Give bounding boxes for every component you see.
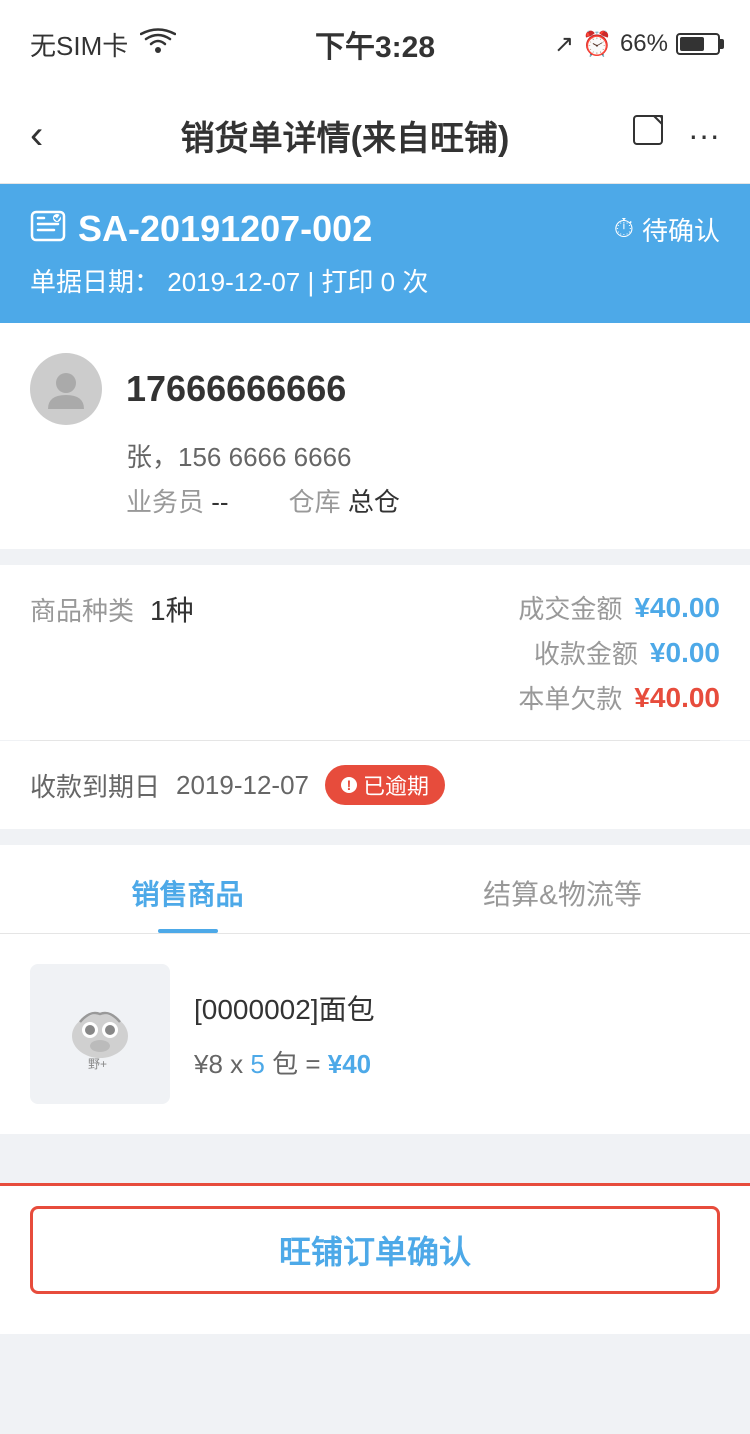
order-number: SA-20191207-002 xyxy=(78,208,372,250)
product-unit: 包 xyxy=(272,1049,298,1079)
overdue-text: 已逾期 xyxy=(363,769,429,801)
due-date-card: 收款到期日 2019-12-07 ! 已逾期 xyxy=(0,741,750,829)
share-button[interactable] xyxy=(632,114,668,157)
product-price-0: ¥8 x 5 包 = ¥40 xyxy=(194,1044,720,1081)
print-info: | 打印 0 次 xyxy=(307,267,428,297)
category-value: 1种 xyxy=(150,589,194,629)
status-clock-icon: ⏱ xyxy=(614,213,634,245)
summary-card: 商品种类 1种 成交金额 ¥40.00 收款金额 ¥0.00 本单欠款 ¥40.… xyxy=(0,565,750,740)
product-multiply: x xyxy=(230,1049,250,1079)
warehouse-label: 仓库 xyxy=(289,487,341,517)
tab-settlement[interactable]: 结算&物流等 xyxy=(375,845,750,933)
order-date: 2019-12-07 xyxy=(167,267,300,297)
customer-row: 17666666666 xyxy=(30,353,720,425)
divider-1 xyxy=(0,549,750,565)
status-left: 无SIM卡 xyxy=(30,26,176,63)
svg-text:野+: 野+ xyxy=(88,1057,107,1071)
salesperson-value: -- xyxy=(211,487,228,517)
product-list: 野+ [0000002]面包 ¥8 x 5 包 = ¥40 xyxy=(0,934,750,1134)
divider-2 xyxy=(0,829,750,845)
product-total: ¥40 xyxy=(328,1049,371,1079)
amount-value-2: ¥40.00 xyxy=(634,682,720,714)
product-name-0: [0000002]面包 xyxy=(194,988,720,1028)
warehouse-item: 仓库 总仓 xyxy=(289,482,400,519)
order-date-row: 单据日期： 2019-12-07 | 打印 0 次 xyxy=(30,262,720,299)
product-qty: 5 xyxy=(250,1049,264,1079)
summary-row: 商品种类 1种 成交金额 ¥40.00 收款金额 ¥0.00 本单欠款 ¥40.… xyxy=(30,589,720,716)
bottom-area: 旺铺订单确认 xyxy=(0,1183,750,1334)
confirm-button[interactable]: 旺铺订单确认 xyxy=(30,1206,720,1294)
tab-sales-products[interactable]: 销售商品 xyxy=(0,845,375,933)
customer-card: 17666666666 张，156 6666 6666 业务员 -- 仓库 总仓 xyxy=(0,323,750,549)
order-icon xyxy=(30,210,66,249)
salesperson-label: 业务员 xyxy=(126,487,204,517)
customer-phone: 17666666666 xyxy=(126,368,346,410)
summary-left: 商品种类 1种 xyxy=(30,589,194,629)
customer-meta: 业务员 -- 仓库 总仓 xyxy=(126,482,720,519)
amount-value-0: ¥40.00 xyxy=(634,592,720,624)
product-unit-price: ¥8 xyxy=(194,1049,223,1079)
location-icon: ↗ xyxy=(554,30,574,59)
warehouse-value: 总仓 xyxy=(348,487,400,517)
amount-label-1: 收款金额 xyxy=(534,634,638,671)
order-status: ⏱ 待确认 xyxy=(614,211,720,248)
category-label: 商品种类 xyxy=(30,591,134,628)
date-label: 单据日期： xyxy=(30,267,160,297)
customer-name-detail: 张，156 6666 6666 xyxy=(126,437,720,474)
product-item-0: 野+ [0000002]面包 ¥8 x 5 包 = ¥40 xyxy=(30,964,720,1104)
order-id-row: SA-20191207-002 xyxy=(30,208,372,250)
battery-percent: 66% xyxy=(620,30,668,58)
salesperson-item: 业务员 -- xyxy=(126,482,229,519)
status-time: 下午3:28 xyxy=(315,22,435,66)
avatar xyxy=(30,353,102,425)
summary-right: 成交金额 ¥40.00 收款金额 ¥0.00 本单欠款 ¥40.00 xyxy=(518,589,720,716)
due-date-value: 2019-12-07 xyxy=(176,770,309,801)
carrier-text: 无SIM卡 xyxy=(30,26,128,63)
overdue-dot-icon: ! xyxy=(341,777,357,793)
amount-row-1: 收款金额 ¥0.00 xyxy=(534,634,720,671)
amount-row-0: 成交金额 ¥40.00 xyxy=(518,589,720,626)
more-button[interactable]: ··· xyxy=(688,117,720,154)
product-equals: = xyxy=(305,1049,327,1079)
back-button[interactable]: ‹ xyxy=(30,113,90,158)
alarm-icon: ⏰ xyxy=(582,30,612,59)
tabs-bar: 销售商品 结算&物流等 xyxy=(0,845,750,934)
nav-actions: ··· xyxy=(600,114,720,157)
overdue-badge: ! 已逾期 xyxy=(325,765,445,805)
status-text: 待确认 xyxy=(642,211,720,248)
product-thumbnail: 野+ xyxy=(30,964,170,1104)
header-card: SA-20191207-002 ⏱ 待确认 单据日期： 2019-12-07 |… xyxy=(0,184,750,323)
product-info-0: [0000002]面包 ¥8 x 5 包 = ¥40 xyxy=(194,988,720,1081)
due-date-label: 收款到期日 xyxy=(30,767,160,804)
page-title: 销货单详情(来自旺铺) xyxy=(90,111,600,160)
wifi-icon xyxy=(140,27,176,62)
amount-label-0: 成交金额 xyxy=(518,589,622,626)
amount-row-2: 本单欠款 ¥40.00 xyxy=(518,679,720,716)
battery-icon xyxy=(676,33,720,55)
status-bar: 无SIM卡 下午3:28 ↗ ⏰ 66% xyxy=(0,0,750,88)
nav-bar: ‹ 销货单详情(来自旺铺) ··· xyxy=(0,88,750,184)
amount-label-2: 本单欠款 xyxy=(518,679,622,716)
amount-value-1: ¥0.00 xyxy=(650,637,720,669)
status-right: ↗ ⏰ 66% xyxy=(554,30,720,59)
